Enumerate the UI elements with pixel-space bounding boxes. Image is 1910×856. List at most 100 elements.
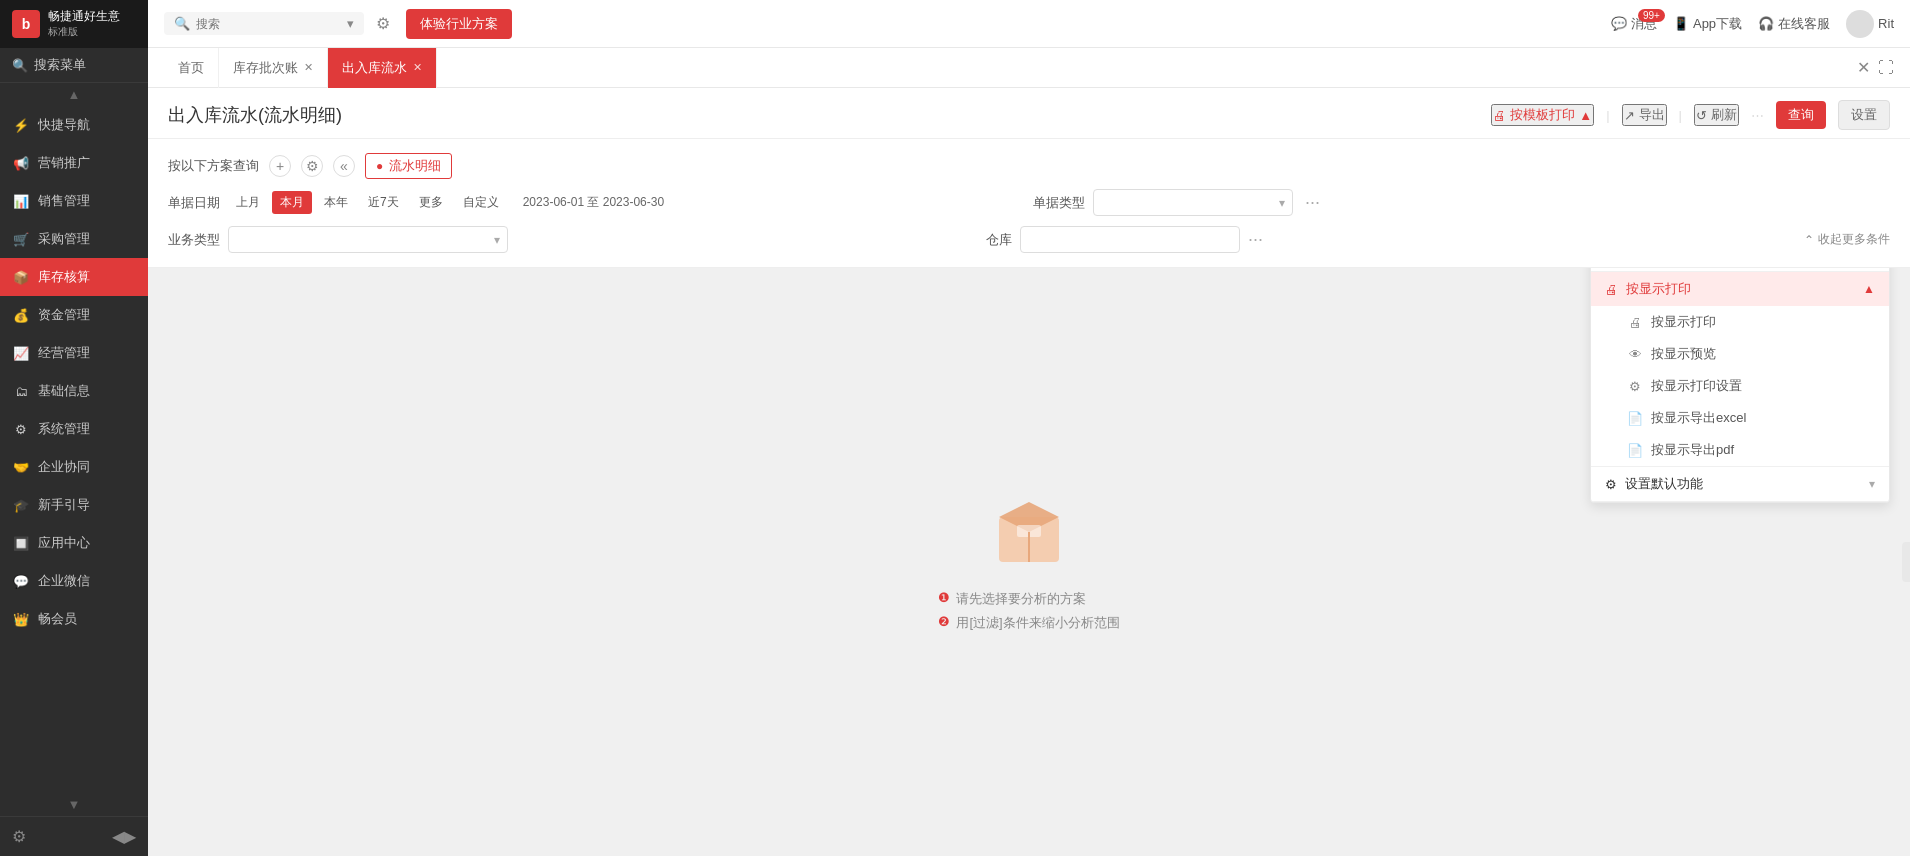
empty-state: ❶ 请先选择要分析的方案 ❷ 用[过滤]条件来缩小分析范围 <box>938 487 1119 638</box>
display-print-item[interactable]: 🖨 按显示打印 <box>1591 306 1889 338</box>
sidebar-item-member[interactable]: 👑 畅会员 <box>0 600 148 638</box>
doc-type-select[interactable] <box>1093 189 1293 216</box>
date-tab-7days[interactable]: 近7天 <box>360 191 407 214</box>
topbar-search-dropdown[interactable]: ▾ <box>347 16 354 31</box>
main-content: 🔍 ▾ ⚙ 体验行业方案 💬 消息 99+ 📱 App下载 🎧 在线客服 <box>148 0 1910 856</box>
tip2-num: ❷ <box>938 614 950 629</box>
default-settings-header[interactable]: ⚙ 设置默认功能 ▾ <box>1591 467 1889 501</box>
export-button[interactable]: ↗ 导出 <box>1622 104 1667 126</box>
topbar-gear-icon[interactable]: ⚙ <box>376 14 390 33</box>
tab-batch[interactable]: 库存批次账 ✕ <box>219 48 328 88</box>
filter-row-2: 业务类型 ▾ 仓库 ··· ⌃ 收起更多条件 <box>168 226 1890 253</box>
sidebar-item-inventory[interactable]: 📦 库存核算 <box>0 258 148 296</box>
settings-button[interactable]: 设置 <box>1838 100 1890 130</box>
sidebar-label: 畅会员 <box>38 610 77 628</box>
app-download-button[interactable]: 📱 App下载 <box>1673 15 1742 33</box>
content-area: ❶ 请先选择要分析的方案 ❷ 用[过滤]条件来缩小分析范围 🖨 按模板打印 <box>148 268 1910 856</box>
sidebar-scroll-up[interactable]: ▲ <box>0 83 148 106</box>
biz-type-label: 业务类型 <box>168 231 220 249</box>
collapse-sidebar-icon[interactable]: ◀▶ <box>112 827 136 846</box>
sales-icon: 📊 <box>12 192 30 210</box>
default-settings-icon: ⚙ <box>1605 477 1617 492</box>
sidebar-item-finance[interactable]: 💰 资金管理 <box>0 296 148 334</box>
collab-icon: 🤝 <box>12 458 30 476</box>
date-tab-custom[interactable]: 自定义 <box>455 191 507 214</box>
sidebar-label: 应用中心 <box>38 534 90 552</box>
message-button[interactable]: 💬 消息 99+ <box>1611 15 1657 33</box>
right-edge-handle[interactable] <box>1902 542 1910 582</box>
sidebar-item-collab[interactable]: 🤝 企业协同 <box>0 448 148 486</box>
maximize-window-icon[interactable]: ⛶ <box>1878 59 1894 77</box>
date-tab-last-month[interactable]: 上月 <box>228 191 268 214</box>
refresh-button[interactable]: ↺ 刷新 <box>1694 104 1739 126</box>
tab-home[interactable]: 首页 <box>164 48 219 88</box>
close-window-icon[interactable]: ✕ <box>1857 58 1870 77</box>
sidebar-item-basic[interactable]: 🗂 基础信息 <box>0 372 148 410</box>
headset-icon: 🎧 <box>1758 16 1774 31</box>
export-icon: ↗ <box>1624 108 1635 123</box>
display-excel-icon: 📄 <box>1627 410 1643 426</box>
date-tab-more[interactable]: 更多 <box>411 191 451 214</box>
sidebar-scroll-down[interactable]: ▼ <box>0 793 148 816</box>
sidebar-item-sales[interactable]: 📊 销售管理 <box>0 182 148 220</box>
wechat-icon: 💬 <box>12 572 30 590</box>
sidebar-logo: b 畅捷通好生意 标准版 <box>0 0 148 48</box>
tabbar: 首页 库存批次账 ✕ 出入库流水 ✕ ✕ ⛶ <box>148 48 1910 88</box>
filter-collapse-icon[interactable]: « <box>333 155 355 177</box>
filter-tag[interactable]: ● 流水明细 <box>365 153 452 179</box>
sidebar-item-quick-nav[interactable]: ⚡ 快捷导航 <box>0 106 148 144</box>
filter-add-button[interactable]: + <box>269 155 291 177</box>
sidebar-item-apps[interactable]: 🔲 应用中心 <box>0 524 148 562</box>
apps-icon: 🔲 <box>12 534 30 552</box>
tab-flow-close[interactable]: ✕ <box>413 61 422 74</box>
sidebar-item-operations[interactable]: 📈 经营管理 <box>0 334 148 372</box>
sidebar-item-guide[interactable]: 🎓 新手引导 <box>0 486 148 524</box>
print-dropdown-arrow: ▲ <box>1579 108 1592 123</box>
display-pdf-item[interactable]: 📄 按显示导出pdf <box>1591 434 1889 466</box>
display-print-label: 按显示打印 <box>1651 313 1716 331</box>
print-template-button[interactable]: 🖨 按模板打印 ▲ <box>1491 104 1594 126</box>
display-print-title: 🖨 按显示打印 <box>1605 280 1691 298</box>
warehouse-more-button[interactable]: ··· <box>1248 229 1263 250</box>
doc-type-more[interactable]: ··· <box>1305 192 1320 213</box>
date-tab-current-month[interactable]: 本月 <box>272 191 312 214</box>
tip1-num: ❶ <box>938 590 950 605</box>
display-preview-item[interactable]: 👁 按显示预览 <box>1591 338 1889 370</box>
search-icon: 🔍 <box>12 58 28 73</box>
sidebar-label: 新手引导 <box>38 496 90 514</box>
sidebar-item-system[interactable]: ⚙ 系统管理 <box>0 410 148 448</box>
user-avatar-button[interactable]: Rit <box>1846 10 1894 38</box>
sidebar-item-wechat[interactable]: 💬 企业微信 <box>0 562 148 600</box>
message-badge: 99+ <box>1638 9 1665 22</box>
tab-batch-close[interactable]: ✕ <box>304 61 313 74</box>
display-settings-icon: ⚙ <box>1627 378 1643 394</box>
display-print-settings-item[interactable]: ⚙ 按显示打印设置 <box>1591 370 1889 402</box>
tab-flow[interactable]: 出入库流水 ✕ <box>328 48 437 88</box>
query-label: 查询 <box>1788 106 1814 124</box>
topbar-search-box[interactable]: 🔍 ▾ <box>164 12 364 35</box>
topbar-right: 💬 消息 99+ 📱 App下载 🎧 在线客服 Rit <box>1611 10 1894 38</box>
settings-label: 设置 <box>1851 106 1877 124</box>
template-pdf-item[interactable]: 📄 按模板导出pdf <box>1591 268 1889 271</box>
display-print-header[interactable]: 🖨 按显示打印 ▲ <box>1591 272 1889 306</box>
biz-type-select[interactable] <box>228 226 508 253</box>
date-tab-current-year[interactable]: 本年 <box>316 191 356 214</box>
quick-nav-icon: ⚡ <box>12 116 30 134</box>
filter-collapse-button[interactable]: ⌃ 收起更多条件 <box>1804 231 1890 248</box>
sidebar-label: 基础信息 <box>38 382 90 400</box>
topbar-search-input[interactable] <box>196 17 341 31</box>
settings-icon[interactable]: ⚙ <box>12 827 26 846</box>
industry-solution-button[interactable]: 体验行业方案 <box>406 9 512 39</box>
filter-header-label: 按以下方案查询 <box>168 157 259 175</box>
display-excel-item[interactable]: 📄 按显示导出excel <box>1591 402 1889 434</box>
filter-settings-button[interactable]: ⚙ <box>301 155 323 177</box>
sidebar-item-marketing[interactable]: 📢 营销推广 <box>0 144 148 182</box>
query-button[interactable]: 查询 <box>1776 101 1826 129</box>
message-icon: 💬 <box>1611 16 1627 31</box>
sidebar-search[interactable]: 🔍 搜索菜单 <box>0 48 148 83</box>
warehouse-input[interactable] <box>1020 226 1240 253</box>
default-settings-arrow: ▾ <box>1869 477 1875 491</box>
online-service-button[interactable]: 🎧 在线客服 <box>1758 15 1830 33</box>
sidebar-item-purchase[interactable]: 🛒 采购管理 <box>0 220 148 258</box>
filter-header: 按以下方案查询 + ⚙ « ● 流水明细 <box>168 153 1890 179</box>
